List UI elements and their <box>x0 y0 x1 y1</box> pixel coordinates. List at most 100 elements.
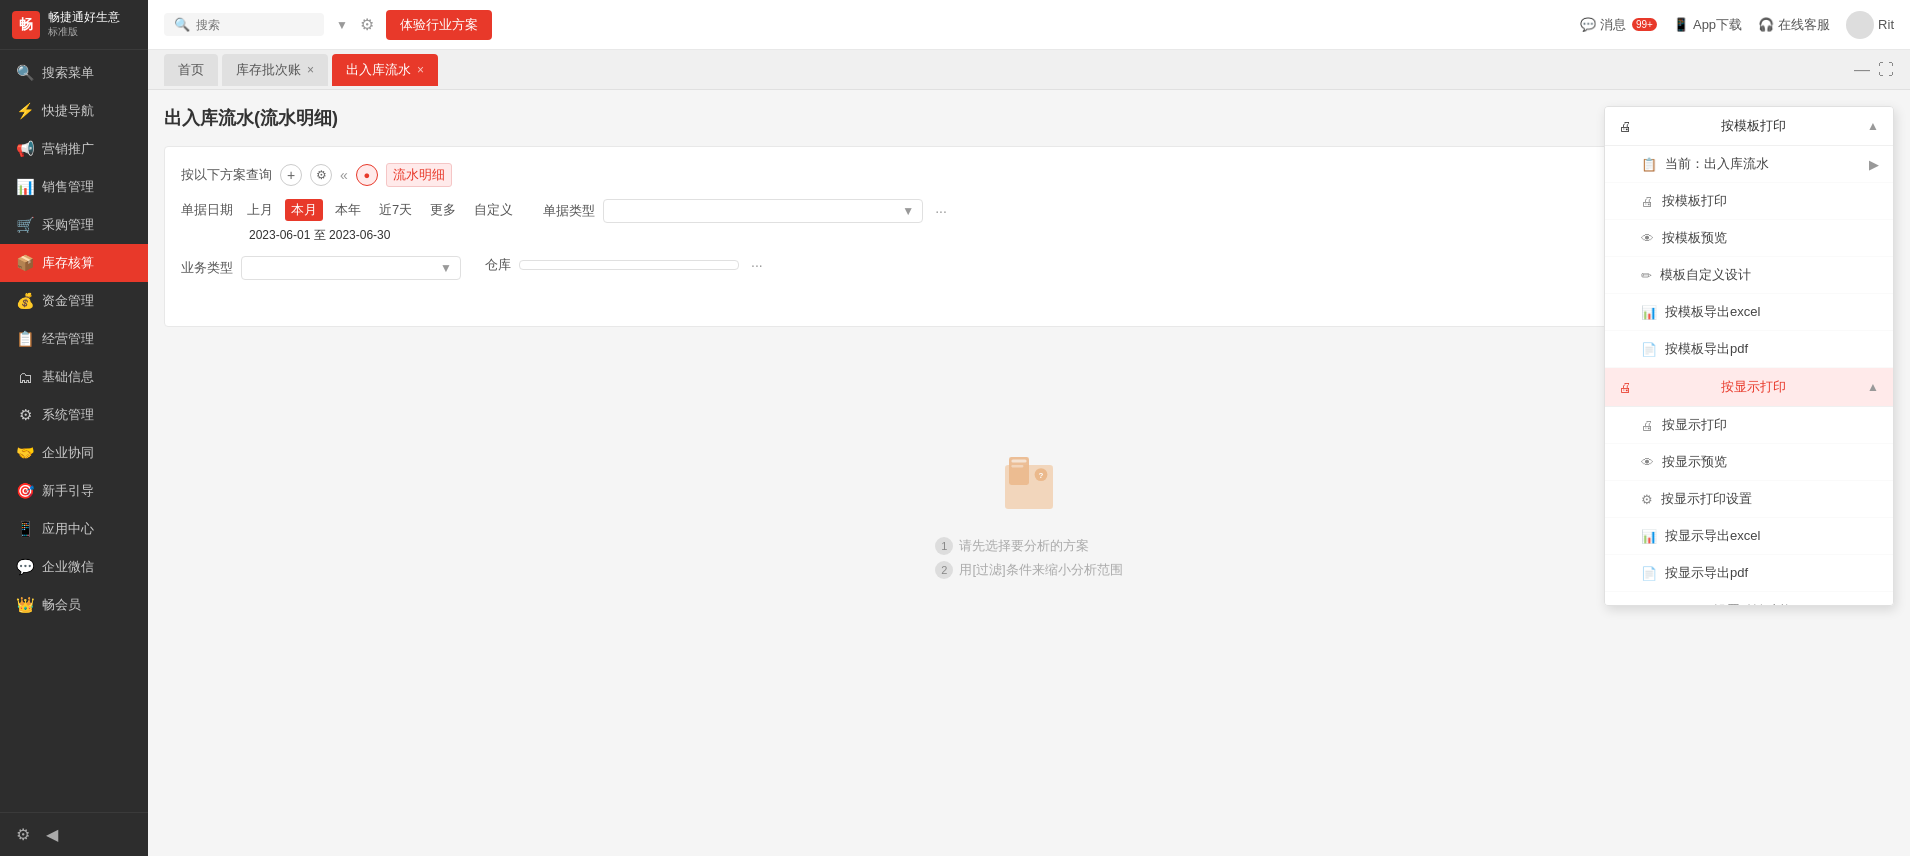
topbar-search-box[interactable]: 🔍 <box>164 13 324 36</box>
filter-settings-btn[interactable]: ⚙ <box>310 164 332 186</box>
sidebar-item-basic[interactable]: 🗂 基础信息 <box>0 358 148 396</box>
app-download-btn[interactable]: 📱 App下载 <box>1673 16 1742 34</box>
message-badge: 99+ <box>1632 18 1657 31</box>
sidebar-label-purchase: 采购管理 <box>42 216 94 234</box>
settings-icon[interactable]: ⚙ <box>16 825 30 844</box>
tab-inout-label: 出入库流水 <box>346 61 411 79</box>
user-avatar[interactable]: Rit <box>1846 11 1894 39</box>
sidebar-label-shortcut: 快捷导航 <box>42 102 94 120</box>
basic-icon: 🗂 <box>16 369 34 386</box>
message-icon: 💬 <box>1580 17 1596 32</box>
type-select-dots[interactable]: ··· <box>935 203 947 219</box>
tab-inout-close[interactable]: × <box>417 63 424 77</box>
industry-btn[interactable]: 体验行业方案 <box>386 10 492 40</box>
tab-batch[interactable]: 库存批次账 × <box>222 54 328 86</box>
appcenter-icon: 📱 <box>16 520 34 538</box>
template-pdf-icon: 📄 <box>1641 342 1657 357</box>
filter-collapse-icon[interactable]: « <box>340 167 348 183</box>
sidebar-bottom: ⚙ ◀ <box>0 812 148 856</box>
warehouse-dots[interactable]: ··· <box>751 257 763 273</box>
sidebar-item-appcenter[interactable]: 📱应用中心 <box>0 510 148 548</box>
sidebar-label-newbie: 新手引导 <box>42 482 94 500</box>
sidebar-item-operation[interactable]: 📋经营管理 <box>0 320 148 358</box>
dropdown-item-display-print-item[interactable]: 🖨按显示打印 <box>1605 407 1893 444</box>
svg-text:?: ? <box>1039 471 1044 480</box>
sidebar-item-finance[interactable]: 💰资金管理 <box>0 282 148 320</box>
inventory-icon: 📦 <box>16 254 34 272</box>
sidebar-label-basic: 基础信息 <box>42 368 94 386</box>
sidebar-item-search[interactable]: 🔍搜索菜单 <box>0 54 148 92</box>
sidebar-item-collab[interactable]: 🤝企业协同 <box>0 434 148 472</box>
date-custom[interactable]: 自定义 <box>468 199 519 221</box>
sidebar-item-shortcut[interactable]: ⚡ 快捷导航 <box>0 92 148 130</box>
dropdown-item-display-pdf[interactable]: 📄按显示导出pdf <box>1605 555 1893 592</box>
tab-home[interactable]: 首页 <box>164 54 218 86</box>
collapse-icon[interactable]: ◀ <box>46 825 58 844</box>
dropdown-item-current[interactable]: 📋当前：出入库流水▶ <box>1605 146 1893 183</box>
dropdown-item-template-excel[interactable]: 📊按模板导出excel <box>1605 294 1893 331</box>
main-area: 🔍 ▼ ⚙ 体验行业方案 💬 消息 99+ 📱 App下载 🎧 在线客服 Rit <box>148 0 1910 856</box>
date-7days[interactable]: 近7天 <box>373 199 418 221</box>
type-select-arrow: ▼ <box>902 204 914 218</box>
date-current-month[interactable]: 本月 <box>285 199 323 221</box>
app-icon: 📱 <box>1673 17 1689 32</box>
topbar: 🔍 ▼ ⚙ 体验行业方案 💬 消息 99+ 📱 App下载 🎧 在线客服 Rit <box>148 0 1910 50</box>
dropdown-setdefault-header[interactable]: ⚙设置默认功能▼ <box>1605 592 1893 606</box>
dropdown-display-header[interactable]: 🖨按显示打印▲ <box>1605 368 1893 407</box>
biz-select-arrow: ▼ <box>440 261 452 275</box>
sales-icon: 📊 <box>16 178 34 196</box>
sidebar-item-marketing[interactable]: 📢营销推广 <box>0 130 148 168</box>
app-logo: 畅 畅捷通好生意 标准版 <box>0 0 148 50</box>
svg-rect-3 <box>1011 465 1023 467</box>
type-select[interactable]: ▼ <box>603 199 923 223</box>
search-chevron-icon[interactable]: ▼ <box>336 18 348 32</box>
filter-add-btn[interactable]: + <box>280 164 302 186</box>
logo-name: 畅捷通好生意 <box>48 10 120 26</box>
dropdown-item-display-excel[interactable]: 📊按显示导出excel <box>1605 518 1893 555</box>
date-more[interactable]: 更多 <box>424 199 462 221</box>
tab-minimize-icon[interactable]: — <box>1854 61 1870 79</box>
warehouse-select[interactable] <box>519 260 739 270</box>
tab-home-label: 首页 <box>178 61 204 79</box>
filter-section-label: 按以下方案查询 <box>181 166 272 184</box>
online-service-btn[interactable]: 🎧 在线客服 <box>1758 16 1830 34</box>
tab-batch-close[interactable]: × <box>307 63 314 77</box>
dropdown-item-template-pdf[interactable]: 📄按模板导出pdf <box>1605 331 1893 368</box>
dropdown-item-template-print-item[interactable]: 🖨按模板打印 <box>1605 183 1893 220</box>
sidebar-label-marketing: 营销推广 <box>42 140 94 158</box>
template-custom-icon: ✏ <box>1641 268 1652 283</box>
sidebar-item-member[interactable]: 👑畅会员 <box>0 586 148 624</box>
warehouse-field: 仓库 ··· <box>485 256 763 274</box>
sidebar-item-sales[interactable]: 📊销售管理 <box>0 168 148 206</box>
sidebar-item-newbie[interactable]: 🎯新手引导 <box>0 472 148 510</box>
filter-tag-badge: ● <box>356 164 378 186</box>
tab-inout[interactable]: 出入库流水 × <box>332 54 438 86</box>
sidebar-item-inventory[interactable]: 📦库存核算 <box>0 244 148 282</box>
dropdown-print-icon: 🖨 <box>1619 119 1632 134</box>
page-content: 出入库流水(流水明细) 🖨 按模板打印 ▲ ↑ 导出 ↺ 刷新 <box>148 90 1910 856</box>
shortcut-icon: ⚡ <box>16 102 34 120</box>
dropdown-item-display-preview[interactable]: 👁按显示预览 <box>1605 444 1893 481</box>
dropdown-item-display-print-settings[interactable]: ⚙按显示打印设置 <box>1605 481 1893 518</box>
tab-expand-icon[interactable]: ⛶ <box>1878 61 1894 79</box>
filter-tag-label[interactable]: 流水明细 <box>386 163 452 187</box>
tab-batch-label: 库存批次账 <box>236 61 301 79</box>
display-print-item-icon: 🖨 <box>1641 418 1654 433</box>
empty-hint-2: 2 用[过滤]条件来缩小分析范围 <box>935 561 1122 579</box>
date-this-year[interactable]: 本年 <box>329 199 367 221</box>
display-print-icon: 🖨 <box>1619 380 1632 395</box>
search-icon: 🔍 <box>16 64 34 82</box>
date-range-value: 2023-06-01 至 2023-06-30 <box>249 228 390 242</box>
sidebar-item-wechat[interactable]: 💬企业微信 <box>0 548 148 586</box>
message-btn[interactable]: 💬 消息 99+ <box>1580 16 1657 34</box>
date-prev-month[interactable]: 上月 <box>241 199 279 221</box>
dropdown-item-template-custom[interactable]: ✏模板自定义设计 <box>1605 257 1893 294</box>
topbar-gear-icon[interactable]: ⚙ <box>360 15 374 34</box>
page-wrapper: 出入库流水(流水明细) 🖨 按模板打印 ▲ ↑ 导出 ↺ 刷新 <box>164 106 1894 645</box>
sidebar-item-purchase[interactable]: 🛒采购管理 <box>0 206 148 244</box>
dropdown-header[interactable]: 🖨按模板打印▲ <box>1605 107 1893 146</box>
biz-type-select[interactable]: ▼ <box>241 256 461 280</box>
search-input[interactable] <box>196 18 296 32</box>
dropdown-item-template-preview[interactable]: 👁按模板预览 <box>1605 220 1893 257</box>
sidebar-item-system[interactable]: ⚙系统管理 <box>0 396 148 434</box>
